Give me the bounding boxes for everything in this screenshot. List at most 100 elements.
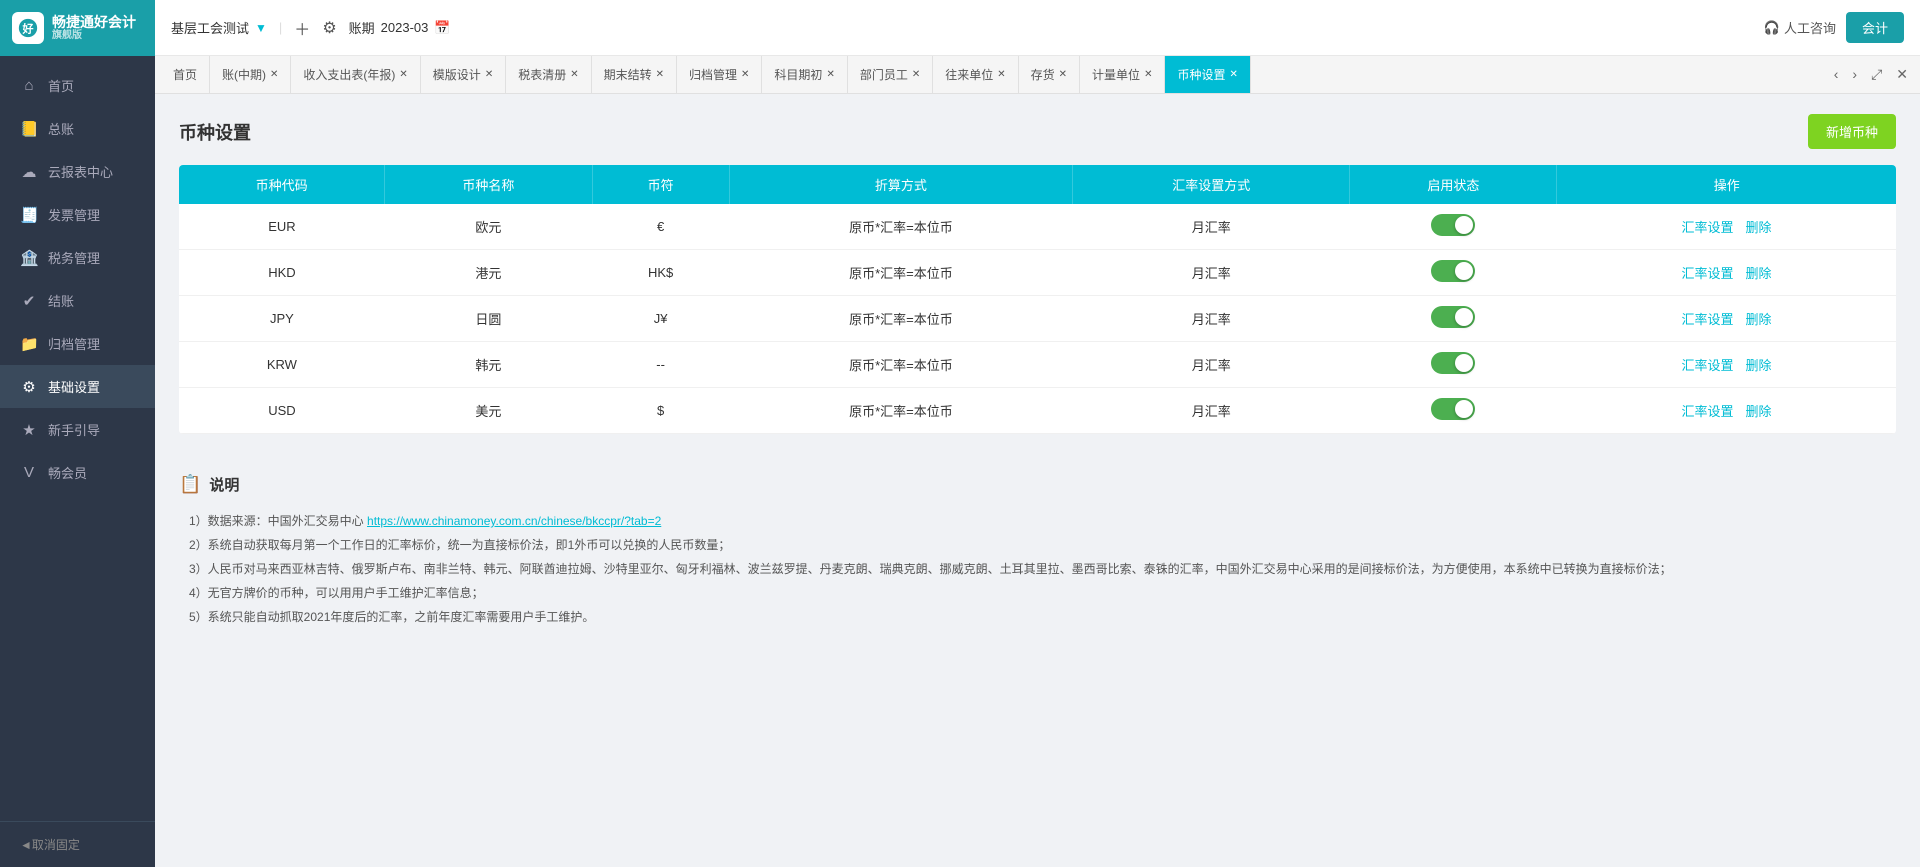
nav-label-tax: 税务管理 <box>48 248 100 267</box>
delete-link-3[interactable]: 删除 <box>1745 358 1771 373</box>
tab-9[interactable]: 往来单位✕ <box>933 56 1018 93</box>
tab-12[interactable]: 币种设置✕ <box>1165 56 1250 93</box>
tab-8[interactable]: 部门员工 ✕ <box>848 56 933 93</box>
delete-link-4[interactable]: 删除 <box>1745 404 1771 419</box>
enable-toggle-0[interactable] <box>1431 214 1475 236</box>
tab-4[interactable]: 税表清册✕ <box>506 56 591 93</box>
enable-toggle-2[interactable] <box>1431 306 1475 328</box>
tab-close-6[interactable]: ✕ <box>741 69 749 80</box>
sidebar-item-ledger[interactable]: 📒 总账 <box>0 107 155 150</box>
table-row: EUR欧元€原币*汇率=本位币月汇率汇率设置删除 <box>179 204 1896 250</box>
tab-close-7[interactable]: ✕ <box>826 69 834 80</box>
tab-0[interactable]: 首页 <box>161 56 210 93</box>
currency-name: 港元 <box>385 250 592 296</box>
notice-link[interactable]: https://www.chinamoney.com.cn/chinese/bk… <box>367 514 661 528</box>
nav-label-ledger: 总账 <box>48 119 74 138</box>
table-row: JPY日圆J¥原币*汇率=本位币月汇率汇率设置删除 <box>179 296 1896 342</box>
currency-calc: 原币*汇率=本位币 <box>729 296 1072 342</box>
sidebar-item-checkout[interactable]: ✔结账 <box>0 279 155 322</box>
tab-close-11[interactable]: ✕ <box>1144 69 1152 80</box>
nav-label-home: 首页 <box>48 76 74 95</box>
nav-icon-reports: ☁ <box>20 163 38 181</box>
currency-name: 日圆 <box>385 296 592 342</box>
col-header-4: 汇率设置方式 <box>1073 165 1350 204</box>
tab-1[interactable]: 账(中期) ✕ <box>210 56 291 93</box>
sidebar-item-settings[interactable]: ⚙基础设置 <box>0 365 155 408</box>
sidebar-item-home[interactable]: ⌂首页 <box>0 64 155 107</box>
rate-setting-link-1[interactable]: 汇率设置 <box>1681 266 1733 281</box>
delete-link-0[interactable]: 删除 <box>1745 220 1771 235</box>
sidebar-item-invoice[interactable]: 🧾发票管理 <box>0 193 155 236</box>
tab-label-0: 首页 <box>173 66 197 83</box>
new-currency-button[interactable]: 新增币种 <box>1808 114 1896 149</box>
tab-close-all-button[interactable]: ✕ <box>1890 64 1914 85</box>
sidebar-pin-toggle[interactable]: ◄取消固定 <box>0 821 155 867</box>
sidebar-item-member[interactable]: V畅会员 <box>0 451 155 494</box>
tab-10[interactable]: 存货 ✕ <box>1019 56 1080 93</box>
tab-3[interactable]: 模版设计✕ <box>421 56 506 93</box>
delete-link-1[interactable]: 删除 <box>1745 266 1771 281</box>
calendar-icon[interactable]: 📅 <box>434 20 450 36</box>
tab-bar: 首页账(中期)✕收入支出表(年报)✕模版设计✕税表清册✕期末结转✕归档管理✕科目… <box>155 56 1920 94</box>
enable-toggle-4[interactable] <box>1431 398 1475 420</box>
company-selector[interactable]: 基层工会测试 ▼ <box>171 18 267 37</box>
currency-code: HKD <box>179 250 385 296</box>
tab-close-1[interactable]: ✕ <box>270 69 278 80</box>
rate-setting-link-2[interactable]: 汇率设置 <box>1681 312 1733 327</box>
tab-5[interactable]: 期末结转✕ <box>592 56 677 93</box>
tab-close-8[interactable]: ✕ <box>912 69 920 80</box>
nav-icon-ledger: 📒 <box>20 120 38 138</box>
tab-close-4[interactable]: ✕ <box>570 69 578 80</box>
main-area: 基层工会测试 ▼ | ＋ ⚙ 账期 2023-03 📅 🎧 人工咨询 会计 首页… <box>155 0 1920 867</box>
table-row: HKD港元HK$原币*汇率=本位币月汇率汇率设置删除 <box>179 250 1896 296</box>
sidebar-item-reports[interactable]: ☁云报表中心 <box>0 150 155 193</box>
tab-close-12[interactable]: ✕ <box>1229 69 1237 80</box>
add-tab-button[interactable]: ＋ <box>294 16 310 40</box>
tab-close-5[interactable]: ✕ <box>656 69 664 80</box>
sidebar-nav: ⌂首页 📒 总账 ☁云报表中心🧾发票管理🏦税务管理✔结账📁归档管理⚙基础设置★新手引导… <box>0 56 155 821</box>
rate-setting-link-0[interactable]: 汇率设置 <box>1681 220 1733 235</box>
rate-type: 月汇率 <box>1073 296 1350 342</box>
tab-close-9[interactable]: ✕ <box>997 69 1005 80</box>
tab-11[interactable]: 计量单位✕ <box>1080 56 1165 93</box>
customer-service-button[interactable]: 🎧 人工咨询 <box>1764 18 1836 37</box>
period-value: 2023-03 <box>381 20 429 35</box>
tab-label-8: 部门员工 <box>860 66 908 83</box>
tab-close-10[interactable]: ✕ <box>1059 69 1067 80</box>
accounting-button[interactable]: 会计 <box>1846 12 1904 43</box>
action-cell: 汇率设置删除 <box>1557 204 1896 250</box>
enable-toggle-3[interactable] <box>1431 352 1475 374</box>
rate-type: 月汇率 <box>1073 388 1350 434</box>
tab-prev-button[interactable]: ‹ <box>1828 64 1845 85</box>
col-header-5: 启用状态 <box>1350 165 1557 204</box>
delete-link-2[interactable]: 删除 <box>1745 312 1771 327</box>
tab-label-1: 账(中期) <box>222 66 266 83</box>
tab-close-2[interactable]: ✕ <box>399 69 407 80</box>
currency-code: USD <box>179 388 385 434</box>
period-label: 账期 <box>349 18 375 37</box>
svg-text:好: 好 <box>22 22 34 36</box>
tab-maximize-button[interactable]: ⤢ <box>1865 64 1888 85</box>
tab-label-10: 存货 <box>1031 66 1055 83</box>
tab-next-button[interactable]: › <box>1846 64 1863 85</box>
notice-item-0: 1）数据来源：中国外汇交易中心 https://www.chinamoney.c… <box>189 509 1896 533</box>
tab-7[interactable]: 科目期初✕ <box>762 56 847 93</box>
sidebar-item-guide[interactable]: ★新手引导 <box>0 408 155 451</box>
rate-setting-link-3[interactable]: 汇率设置 <box>1681 358 1733 373</box>
nav-icon-invoice: 🧾 <box>20 206 38 224</box>
nav-label-guide: 新手引导 <box>48 420 100 439</box>
nav-icon-member: V <box>20 464 38 481</box>
action-cell: 汇率设置删除 <box>1557 342 1896 388</box>
tab-label-2: 收入支出表(年报) <box>303 66 395 83</box>
enable-toggle-1[interactable] <box>1431 260 1475 282</box>
service-label: 人工咨询 <box>1784 18 1836 37</box>
tab-close-3[interactable]: ✕ <box>485 69 493 80</box>
tab-2[interactable]: 收入支出表(年报) ✕ <box>291 56 420 93</box>
sidebar-item-tax[interactable]: 🏦税务管理 <box>0 236 155 279</box>
rate-setting-link-4[interactable]: 汇率设置 <box>1681 404 1733 419</box>
settings-icon[interactable]: ⚙ <box>322 18 336 38</box>
nav-label-settings: 基础设置 <box>48 377 100 396</box>
sidebar-item-archive[interactable]: 📁归档管理 <box>0 322 155 365</box>
tab-6[interactable]: 归档管理✕ <box>677 56 762 93</box>
enable-status-cell <box>1350 342 1557 388</box>
